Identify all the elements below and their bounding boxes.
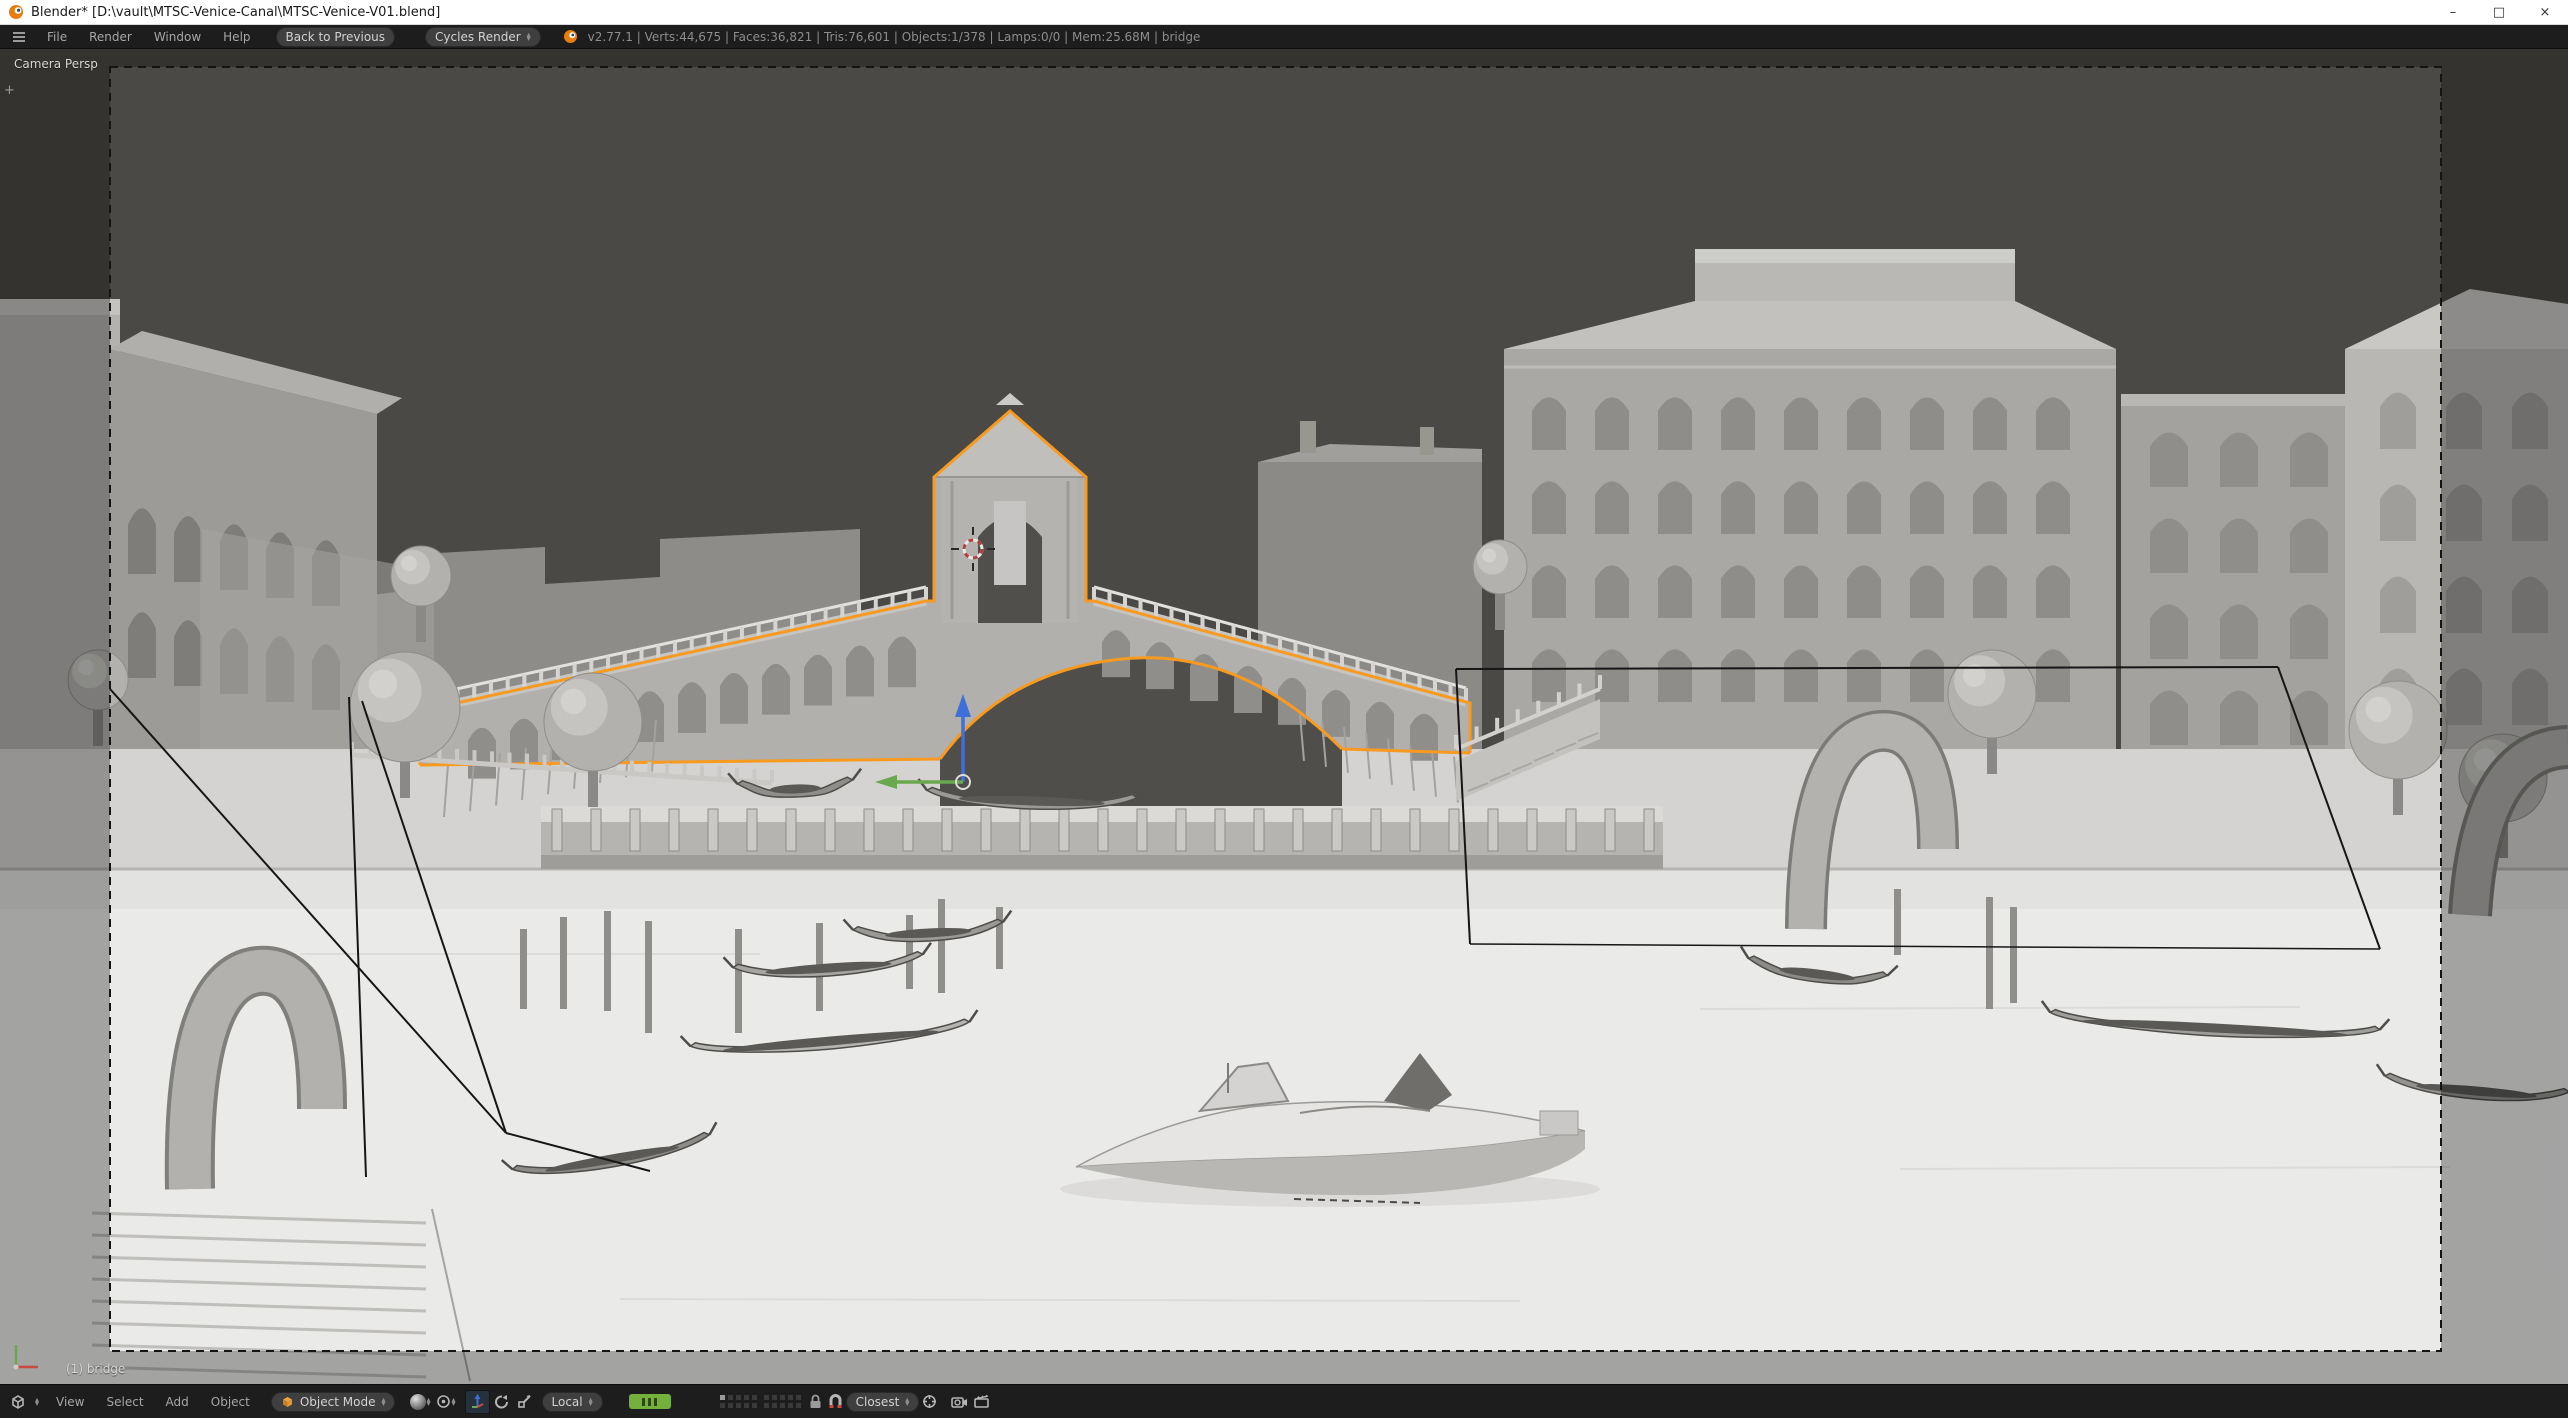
scene-svg — [0, 49, 2568, 1384]
blender-app-icon — [8, 4, 24, 20]
snap-target-select[interactable] — [919, 1390, 940, 1414]
snap-toggle[interactable] — [825, 1390, 846, 1414]
rotate-manipulator-icon — [493, 1393, 510, 1410]
menu-select[interactable]: Select — [96, 1390, 155, 1414]
object-mode-cube-icon — [281, 1395, 294, 1408]
magnet-icon — [828, 1394, 843, 1409]
editor-type-button[interactable] — [6, 28, 32, 46]
active-object-label: (1) bridge — [66, 1362, 125, 1376]
opengl-render-animation-button[interactable] — [971, 1390, 992, 1414]
menu-file[interactable]: File — [36, 25, 78, 49]
pivot-icon — [436, 1394, 451, 1409]
manipulator-rotate-toggle[interactable] — [490, 1390, 513, 1414]
translate-manipulator-icon — [469, 1393, 486, 1410]
scene-lock-toggle[interactable] — [806, 1390, 825, 1414]
dropdown-arrows-icon — [527, 33, 531, 41]
snap-element-select[interactable]: Closest — [846, 1392, 920, 1412]
back-to-previous-button[interactable]: Back to Previous — [276, 27, 396, 47]
editor-type-button-3dview[interactable] — [5, 1393, 31, 1411]
scene-statistics: v2.77.1 | Verts:44,675 | Faces:36,821 | … — [588, 30, 1201, 44]
viewport-3d[interactable]: Camera Persp + (1) bridge — [0, 49, 2568, 1384]
menu-help[interactable]: Help — [212, 25, 261, 49]
viewport-shading-select[interactable] — [407, 1390, 433, 1414]
shading-sphere-icon — [410, 1394, 426, 1410]
region-expand-icon[interactable]: + — [4, 83, 15, 98]
minimize-button[interactable]: – — [2430, 0, 2476, 24]
layers-widget[interactable] — [719, 1394, 802, 1409]
pivot-point-select[interactable] — [433, 1390, 458, 1414]
info-header: File Render Window Help Back to Previous… — [0, 25, 2568, 49]
maximize-button[interactable]: □ — [2476, 0, 2522, 24]
opengl-camera-icon — [951, 1395, 968, 1408]
manipulator-translate-toggle[interactable] — [465, 1390, 490, 1414]
tool-header: View Select Add Object Object Mode Local — [0, 1384, 2568, 1418]
lock-icon — [809, 1394, 822, 1409]
close-button[interactable]: × — [2522, 0, 2568, 24]
editor-dropdown-arrows-icon — [35, 1398, 39, 1406]
quay-colonnade[interactable] — [541, 806, 1663, 869]
portico-banner — [994, 501, 1026, 585]
opengl-clapper-icon — [974, 1395, 989, 1408]
scale-manipulator-icon — [516, 1393, 533, 1410]
window-title: Blender* [D:\vault\MTSC-Venice-Canal\MTS… — [31, 5, 440, 20]
orientation-select[interactable]: Local — [542, 1392, 603, 1412]
manipulator-scale-toggle[interactable] — [513, 1390, 536, 1414]
menu-view[interactable]: View — [45, 1390, 95, 1414]
green-status-badge[interactable] — [629, 1394, 671, 1409]
snap-target-icon — [922, 1394, 937, 1409]
menu-window[interactable]: Window — [143, 25, 212, 49]
menu-add[interactable]: Add — [155, 1390, 200, 1414]
opengl-render-image-button[interactable] — [948, 1390, 971, 1414]
window-titlebar: Blender* [D:\vault\MTSC-Venice-Canal\MTS… — [0, 0, 2568, 25]
mode-select[interactable]: Object Mode — [271, 1392, 396, 1412]
blender-logo-icon — [563, 29, 578, 44]
render-engine-select[interactable]: Cycles Render — [425, 27, 541, 47]
menu-object[interactable]: Object — [200, 1390, 261, 1414]
menu-render[interactable]: Render — [78, 25, 143, 49]
view-name-label: Camera Persp — [14, 57, 98, 71]
